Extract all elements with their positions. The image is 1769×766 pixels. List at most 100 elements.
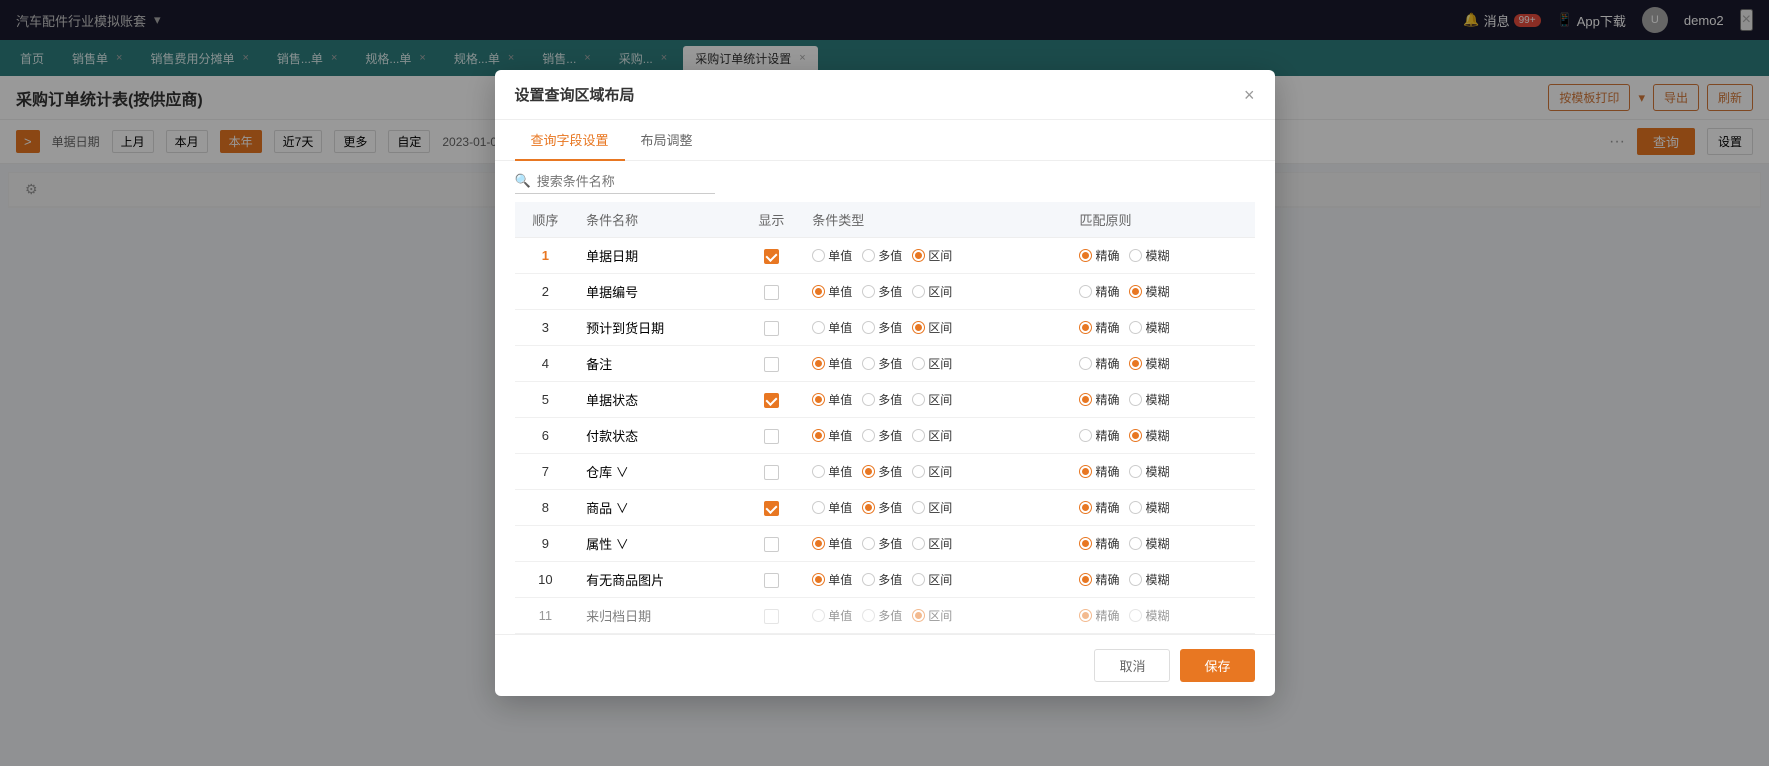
type-radio-item[interactable]: 多值 bbox=[862, 535, 902, 552]
type-radio-item[interactable]: 单值 bbox=[812, 247, 852, 264]
display-checkbox[interactable] bbox=[764, 285, 779, 300]
type-radio-item[interactable]: 区间 bbox=[912, 427, 952, 444]
type-radio[interactable] bbox=[812, 609, 825, 622]
display-checkbox[interactable] bbox=[764, 249, 779, 264]
match-radio[interactable] bbox=[1129, 393, 1142, 406]
display-checkbox[interactable] bbox=[764, 609, 779, 624]
type-radio[interactable] bbox=[912, 393, 925, 406]
match-radio[interactable] bbox=[1129, 573, 1142, 586]
display-checkbox[interactable] bbox=[764, 393, 779, 408]
type-radio-item[interactable]: 单值 bbox=[812, 319, 852, 336]
type-radio[interactable] bbox=[862, 357, 875, 370]
type-radio[interactable] bbox=[862, 501, 875, 514]
match-radio[interactable] bbox=[1129, 501, 1142, 514]
display-checkbox[interactable] bbox=[764, 501, 779, 516]
type-radio-item[interactable]: 多值 bbox=[862, 355, 902, 372]
match-radio-item[interactable]: 精确 bbox=[1079, 571, 1119, 588]
match-radio[interactable] bbox=[1129, 285, 1142, 298]
tab-query-fields[interactable]: 查询字段设置 bbox=[515, 120, 625, 161]
match-radio-item[interactable]: 精确 bbox=[1079, 607, 1119, 624]
match-radio-item[interactable]: 精确 bbox=[1079, 283, 1119, 300]
match-radio-item[interactable]: 模糊 bbox=[1129, 463, 1169, 480]
type-radio-item[interactable]: 单值 bbox=[812, 355, 852, 372]
type-radio-item[interactable]: 多值 bbox=[862, 499, 902, 516]
type-radio[interactable] bbox=[912, 285, 925, 298]
match-radio-item[interactable]: 模糊 bbox=[1129, 535, 1169, 552]
type-radio[interactable] bbox=[912, 573, 925, 586]
type-radio-item[interactable]: 区间 bbox=[912, 535, 952, 552]
match-radio-item[interactable]: 模糊 bbox=[1129, 247, 1169, 264]
match-radio-item[interactable]: 精确 bbox=[1079, 355, 1119, 372]
type-radio[interactable] bbox=[912, 321, 925, 334]
type-radio-item[interactable]: 单值 bbox=[812, 535, 852, 552]
match-radio-item[interactable]: 模糊 bbox=[1129, 499, 1169, 516]
match-radio-item[interactable]: 精确 bbox=[1079, 247, 1119, 264]
tab-layout-adjust[interactable]: 布局调整 bbox=[625, 120, 709, 161]
match-radio[interactable] bbox=[1079, 501, 1092, 514]
type-radio-item[interactable]: 单值 bbox=[812, 607, 852, 624]
type-radio-item[interactable]: 区间 bbox=[912, 607, 952, 624]
type-radio-item[interactable]: 多值 bbox=[862, 571, 902, 588]
type-radio-item[interactable]: 多值 bbox=[862, 427, 902, 444]
type-radio[interactable] bbox=[812, 321, 825, 334]
match-radio-item[interactable]: 精确 bbox=[1079, 319, 1119, 336]
display-checkbox[interactable] bbox=[764, 357, 779, 372]
match-radio-item[interactable]: 精确 bbox=[1079, 391, 1119, 408]
type-radio[interactable] bbox=[862, 609, 875, 622]
match-radio-item[interactable]: 精确 bbox=[1079, 535, 1119, 552]
match-radio[interactable] bbox=[1079, 285, 1092, 298]
type-radio-item[interactable]: 单值 bbox=[812, 427, 852, 444]
match-radio[interactable] bbox=[1129, 429, 1142, 442]
type-radio-item[interactable]: 区间 bbox=[912, 571, 952, 588]
search-input[interactable] bbox=[537, 174, 697, 189]
match-radio[interactable] bbox=[1079, 393, 1092, 406]
match-radio[interactable] bbox=[1079, 609, 1092, 622]
type-radio[interactable] bbox=[812, 393, 825, 406]
display-checkbox[interactable] bbox=[764, 321, 779, 336]
match-radio[interactable] bbox=[1129, 321, 1142, 334]
match-radio[interactable] bbox=[1079, 321, 1092, 334]
type-radio-item[interactable]: 多值 bbox=[862, 319, 902, 336]
match-radio-item[interactable]: 模糊 bbox=[1129, 607, 1169, 624]
type-radio[interactable] bbox=[812, 357, 825, 370]
cancel-button[interactable]: 取消 bbox=[1094, 649, 1170, 682]
type-radio[interactable] bbox=[812, 501, 825, 514]
match-radio-item[interactable]: 模糊 bbox=[1129, 355, 1169, 372]
type-radio[interactable] bbox=[912, 465, 925, 478]
match-radio[interactable] bbox=[1129, 609, 1142, 622]
display-checkbox[interactable] bbox=[764, 573, 779, 588]
match-radio[interactable] bbox=[1079, 465, 1092, 478]
type-radio-item[interactable]: 区间 bbox=[912, 283, 952, 300]
modal-overlay[interactable]: 设置查询区域布局 × 查询字段设置 布局调整 🔍 顺序 bbox=[0, 0, 1769, 766]
match-radio[interactable] bbox=[1129, 537, 1142, 550]
type-radio[interactable] bbox=[812, 285, 825, 298]
type-radio-item[interactable]: 区间 bbox=[912, 319, 952, 336]
match-radio-item[interactable]: 模糊 bbox=[1129, 319, 1169, 336]
type-radio-item[interactable]: 单值 bbox=[812, 571, 852, 588]
type-radio[interactable] bbox=[862, 285, 875, 298]
match-radio-item[interactable]: 模糊 bbox=[1129, 283, 1169, 300]
match-radio[interactable] bbox=[1079, 429, 1092, 442]
type-radio[interactable] bbox=[812, 573, 825, 586]
type-radio[interactable] bbox=[912, 609, 925, 622]
type-radio[interactable] bbox=[862, 429, 875, 442]
type-radio-item[interactable]: 区间 bbox=[912, 463, 952, 480]
display-checkbox[interactable] bbox=[764, 465, 779, 480]
match-radio[interactable] bbox=[1129, 357, 1142, 370]
type-radio[interactable] bbox=[862, 465, 875, 478]
type-radio-item[interactable]: 单值 bbox=[812, 499, 852, 516]
match-radio[interactable] bbox=[1079, 537, 1092, 550]
type-radio-item[interactable]: 区间 bbox=[912, 355, 952, 372]
match-radio-item[interactable]: 模糊 bbox=[1129, 391, 1169, 408]
type-radio-item[interactable]: 多值 bbox=[862, 463, 902, 480]
type-radio[interactable] bbox=[912, 429, 925, 442]
match-radio-item[interactable]: 模糊 bbox=[1129, 571, 1169, 588]
type-radio[interactable] bbox=[912, 249, 925, 262]
match-radio[interactable] bbox=[1079, 573, 1092, 586]
type-radio-item[interactable]: 单值 bbox=[812, 391, 852, 408]
match-radio[interactable] bbox=[1079, 357, 1092, 370]
type-radio[interactable] bbox=[862, 321, 875, 334]
type-radio[interactable] bbox=[912, 501, 925, 514]
type-radio-item[interactable]: 多值 bbox=[862, 391, 902, 408]
match-radio[interactable] bbox=[1129, 465, 1142, 478]
